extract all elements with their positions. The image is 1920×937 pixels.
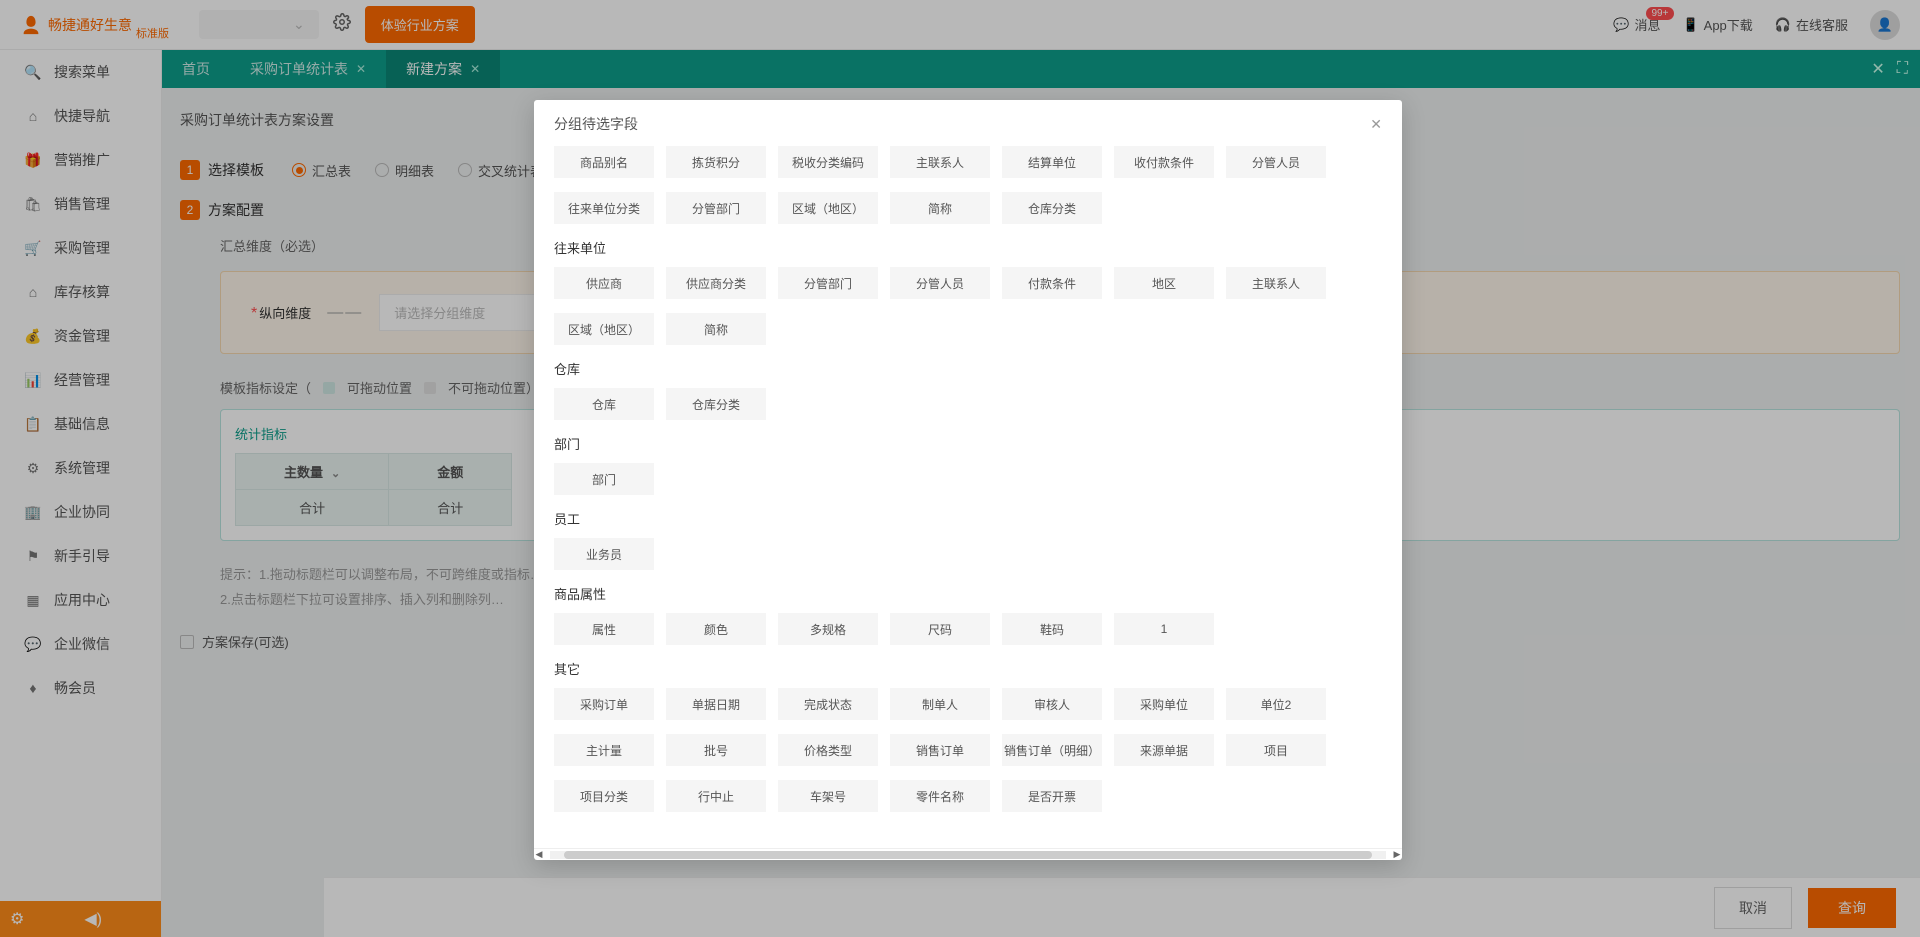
field-chip[interactable]: 部门 bbox=[554, 463, 654, 495]
field-chip[interactable]: 尺码 bbox=[890, 613, 990, 645]
field-chip[interactable]: 是否开票 bbox=[1002, 780, 1102, 812]
modal-title: 分组待选字段 bbox=[554, 114, 638, 134]
field-chip[interactable]: 颜色 bbox=[666, 613, 766, 645]
field-chip[interactable]: 批号 bbox=[666, 734, 766, 766]
field-chip[interactable]: 仓库分类 bbox=[666, 388, 766, 420]
field-chip[interactable]: 零件名称 bbox=[890, 780, 990, 812]
field-chip[interactable]: 采购单位 bbox=[1114, 688, 1214, 720]
field-chip[interactable]: 收付款条件 bbox=[1114, 146, 1214, 178]
field-group-title: 部门 bbox=[554, 434, 1378, 453]
field-group-title: 员工 bbox=[554, 509, 1378, 528]
field-chip[interactable]: 价格类型 bbox=[778, 734, 878, 766]
field-chip[interactable]: 单位2 bbox=[1226, 688, 1326, 720]
horizontal-scrollbar[interactable]: ◀ ▶ bbox=[534, 848, 1402, 860]
field-group-title: 商品属性 bbox=[554, 584, 1378, 603]
field-chip[interactable]: 分管部门 bbox=[778, 267, 878, 299]
field-chip[interactable]: 拣货积分 bbox=[666, 146, 766, 178]
field-chip[interactable]: 项目 bbox=[1226, 734, 1326, 766]
field-chip[interactable]: 分管人员 bbox=[890, 267, 990, 299]
field-chip[interactable]: 主联系人 bbox=[890, 146, 990, 178]
field-chip[interactable]: 分管人员 bbox=[1226, 146, 1326, 178]
field-group-title: 往来单位 bbox=[554, 238, 1378, 257]
field-chip[interactable]: 鞋码 bbox=[1002, 613, 1102, 645]
field-chip[interactable]: 行中止 bbox=[666, 780, 766, 812]
field-chip[interactable]: 销售订单 bbox=[890, 734, 990, 766]
field-chip[interactable]: 商品别名 bbox=[554, 146, 654, 178]
field-chip[interactable]: 属性 bbox=[554, 613, 654, 645]
field-chip[interactable]: 付款条件 bbox=[1002, 267, 1102, 299]
field-chip[interactable]: 分管部门 bbox=[666, 192, 766, 224]
field-chip[interactable]: 审核人 bbox=[1002, 688, 1102, 720]
field-chip[interactable]: 结算单位 bbox=[1002, 146, 1102, 178]
scroll-right-icon[interactable]: ▶ bbox=[1392, 850, 1402, 860]
field-chip[interactable]: 1 bbox=[1114, 613, 1214, 645]
field-chip[interactable]: 主计量 bbox=[554, 734, 654, 766]
field-chip[interactable]: 供应商分类 bbox=[666, 267, 766, 299]
field-chip[interactable]: 车架号 bbox=[778, 780, 878, 812]
field-chip[interactable]: 简称 bbox=[890, 192, 990, 224]
field-group-title: 仓库 bbox=[554, 359, 1378, 378]
scroll-left-icon[interactable]: ◀ bbox=[534, 850, 544, 860]
field-chip[interactable]: 税收分类编码 bbox=[778, 146, 878, 178]
field-chip[interactable]: 区域（地区） bbox=[554, 313, 654, 345]
field-chip[interactable]: 供应商 bbox=[554, 267, 654, 299]
field-group-title: 其它 bbox=[554, 659, 1378, 678]
field-chip[interactable]: 多规格 bbox=[778, 613, 878, 645]
close-icon[interactable]: ✕ bbox=[1370, 116, 1382, 133]
field-chip[interactable]: 项目分类 bbox=[554, 780, 654, 812]
field-chip[interactable]: 完成状态 bbox=[778, 688, 878, 720]
field-chip[interactable]: 主联系人 bbox=[1226, 267, 1326, 299]
field-chip[interactable]: 地区 bbox=[1114, 267, 1214, 299]
field-chip[interactable]: 单据日期 bbox=[666, 688, 766, 720]
field-chip[interactable]: 制单人 bbox=[890, 688, 990, 720]
field-chip[interactable]: 仓库分类 bbox=[1002, 192, 1102, 224]
field-chip[interactable]: 区域（地区） bbox=[778, 192, 878, 224]
field-chip[interactable]: 采购订单 bbox=[554, 688, 654, 720]
field-chip[interactable]: 简称 bbox=[666, 313, 766, 345]
field-chip[interactable]: 销售订单（明细） bbox=[1002, 734, 1102, 766]
field-selector-modal: 分组待选字段 ✕ 商品别名拣货积分税收分类编码主联系人结算单位收付款条件分管人员… bbox=[534, 100, 1402, 860]
field-chip[interactable]: 仓库 bbox=[554, 388, 654, 420]
field-chip[interactable]: 业务员 bbox=[554, 538, 654, 570]
field-chip[interactable]: 来源单据 bbox=[1114, 734, 1214, 766]
field-chip[interactable]: 往来单位分类 bbox=[554, 192, 654, 224]
